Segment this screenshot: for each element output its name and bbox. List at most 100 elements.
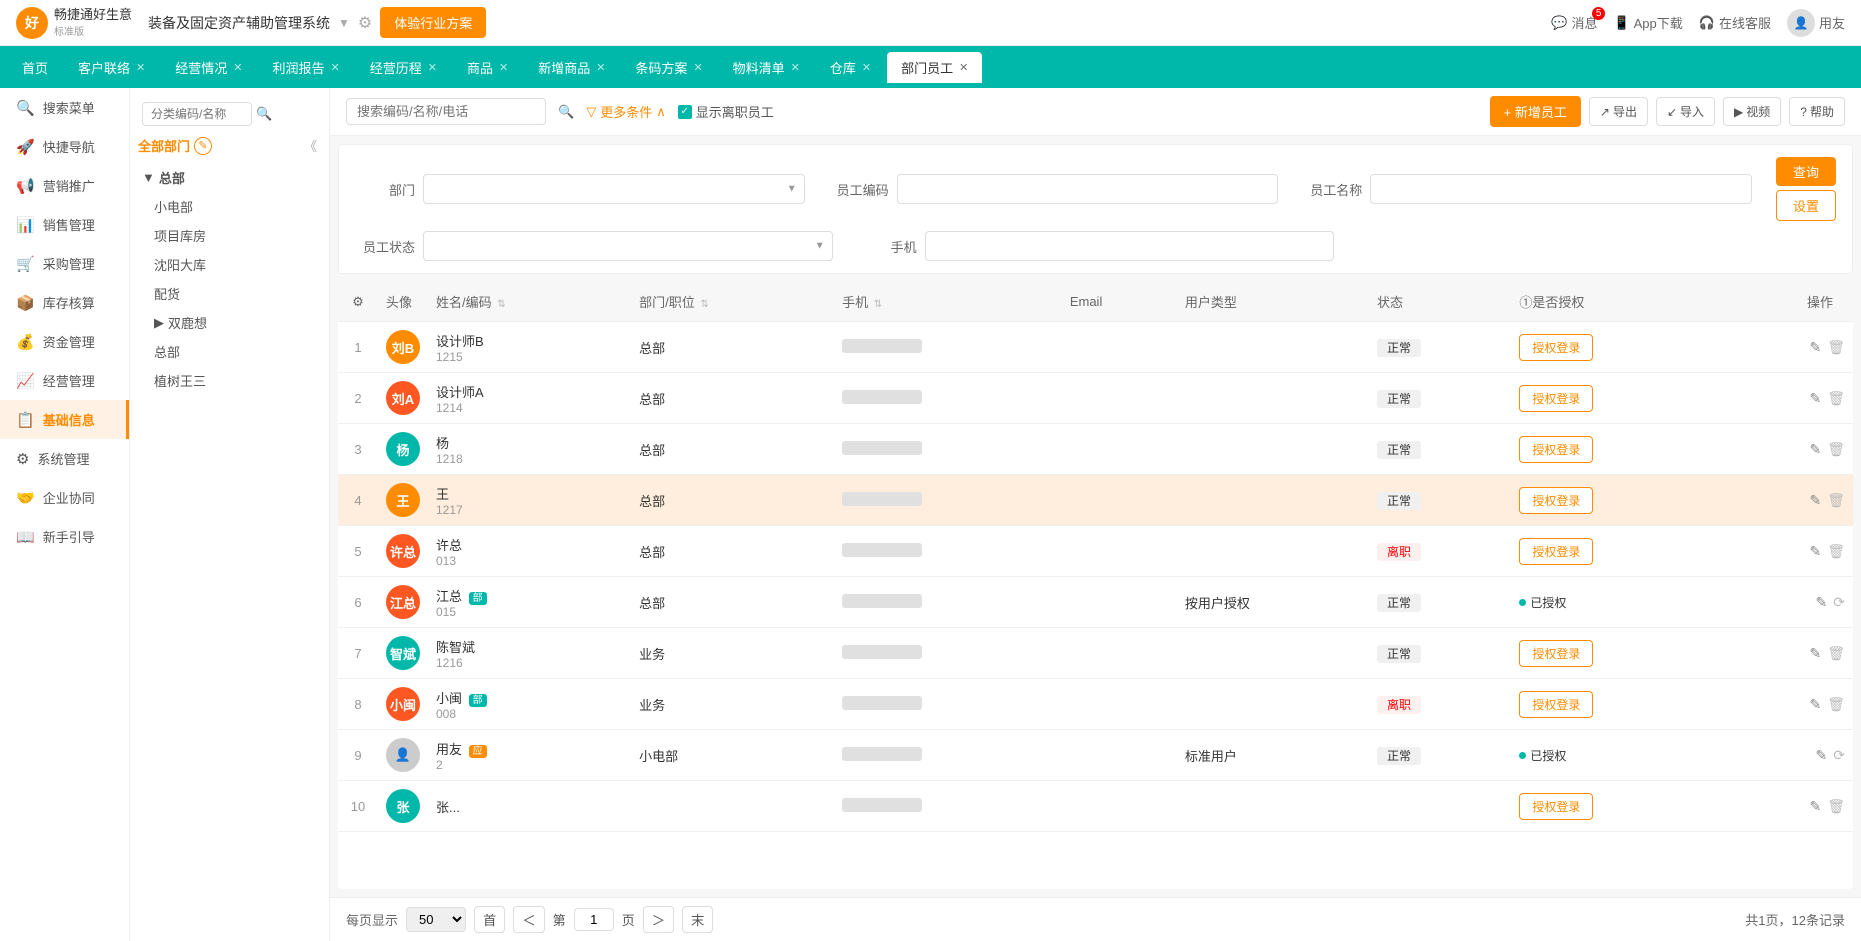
tab-profit[interactable]: 利润报告 ✕ — [258, 52, 353, 83]
col-name[interactable]: 姓名/编码 ⇅ — [428, 282, 631, 322]
page-input[interactable] — [574, 908, 614, 931]
dept-node-zhishu[interactable]: 植树王三 — [130, 366, 329, 395]
edit-btn[interactable]: ✎ — [1816, 594, 1828, 611]
edit-btn[interactable]: ✎ — [1809, 798, 1821, 815]
sidebar-item-marketing[interactable]: 📢 营销推广 — [0, 166, 129, 205]
user-area[interactable]: 👤 用友 — [1787, 9, 1845, 37]
tab-operation[interactable]: 经营情况 ✕ — [161, 52, 256, 83]
delete-btn[interactable]: ⟳ — [1833, 594, 1845, 611]
sidebar-item-search[interactable]: 🔍 搜索菜单 — [0, 88, 129, 127]
tab-customer[interactable]: 客户联络 ✕ — [64, 52, 159, 83]
edit-btn[interactable]: ✎ — [1809, 390, 1821, 407]
edit-btn[interactable]: ✎ — [1809, 543, 1821, 560]
tab-profit-close[interactable]: ✕ — [331, 61, 340, 74]
online-service-btn[interactable]: 🎧 在线客服 — [1699, 13, 1771, 32]
auth-btn[interactable]: 授权登录 — [1519, 793, 1593, 820]
dept-node-zongbu2[interactable]: 总部 — [130, 337, 329, 366]
tab-barcode-close[interactable]: ✕ — [693, 61, 702, 74]
delete-btn[interactable]: ⟳ — [1833, 747, 1845, 764]
dept-node-zongbu-group[interactable]: ▼ 总部 — [130, 163, 329, 192]
tab-home[interactable]: 首页 — [8, 52, 62, 83]
sidebar-item-finance[interactable]: 💰 资金管理 — [0, 322, 129, 361]
view-btn[interactable]: ▶ 视频 — [1723, 97, 1781, 126]
search-btn[interactable]: 查询 — [1776, 157, 1836, 186]
sidebar-item-inventory[interactable]: 📦 库存核算 — [0, 283, 129, 322]
phone-input[interactable] — [925, 231, 1335, 261]
delete-btn[interactable]: 🗑 — [1827, 441, 1845, 458]
tab-add-goods[interactable]: 新增商品 ✕ — [524, 52, 619, 83]
show-resigned-toggle[interactable]: ✓ 显示离职员工 — [678, 102, 774, 121]
auth-btn[interactable]: 授权登录 — [1519, 436, 1593, 463]
auth-btn[interactable]: 授权登录 — [1519, 334, 1593, 361]
dept-node-peihuo[interactable]: 配货 — [130, 279, 329, 308]
message-btn[interactable]: 💬 消息 5 — [1551, 13, 1597, 32]
sidebar-item-operation-mgmt[interactable]: 📈 经营管理 — [0, 361, 129, 400]
tab-bom[interactable]: 物料清单 ✕ — [719, 52, 814, 83]
tab-goods[interactable]: 商品 ✕ — [453, 52, 522, 83]
dept-edit-icon[interactable]: ✎ — [194, 137, 212, 155]
col-phone[interactable]: 手机 ⇅ — [834, 282, 1062, 322]
tab-dept-staff[interactable]: 部门员工 ✕ — [887, 52, 982, 83]
edit-btn[interactable]: ✎ — [1809, 696, 1821, 713]
prev-page-btn[interactable]: ＜ — [513, 906, 544, 933]
import-btn[interactable]: ↙ 导入 — [1656, 97, 1715, 126]
tab-history[interactable]: 经营历程 ✕ — [356, 52, 451, 83]
auth-btn[interactable]: 授权登录 — [1519, 640, 1593, 667]
export-btn[interactable]: ↗ 导出 — [1589, 97, 1648, 126]
tab-operation-close[interactable]: ✕ — [233, 61, 242, 74]
tab-barcode[interactable]: 条码方案 ✕ — [621, 52, 716, 83]
emp-name-input[interactable] — [1370, 174, 1752, 204]
sidebar-item-sales[interactable]: 📊 销售管理 — [0, 205, 129, 244]
edit-btn[interactable]: ✎ — [1809, 492, 1821, 509]
tab-goods-close[interactable]: ✕ — [499, 61, 508, 74]
edit-btn[interactable]: ✎ — [1809, 645, 1821, 662]
col-dept[interactable]: 部门/职位 ⇅ — [631, 282, 834, 322]
dept-collapse-btn[interactable]: 《 — [304, 136, 317, 155]
tab-dept-staff-close[interactable]: ✕ — [959, 61, 968, 74]
next-page-btn[interactable]: ＞ — [643, 906, 674, 933]
auth-btn[interactable]: 授权登录 — [1519, 385, 1593, 412]
sidebar-item-guide[interactable]: 📖 新手引导 — [0, 517, 129, 556]
edit-btn[interactable]: ✎ — [1816, 747, 1828, 764]
tab-add-goods-close[interactable]: ✕ — [596, 61, 605, 74]
dept-node-shenyangdaku[interactable]: 沈阳大库 — [130, 250, 329, 279]
sidebar-item-shortcuts[interactable]: 🚀 快捷导航 — [0, 127, 129, 166]
experience-btn[interactable]: 体验行业方案 — [380, 7, 486, 38]
delete-btn[interactable]: 🗑 — [1827, 390, 1845, 407]
tab-bom-close[interactable]: ✕ — [791, 61, 800, 74]
col-settings[interactable]: ⚙ — [338, 282, 378, 322]
dept-node-xiaodibu[interactable]: 小电部 — [130, 192, 329, 221]
settings-icon[interactable]: ⚙ — [358, 13, 372, 33]
delete-btn[interactable]: 🗑 — [1827, 492, 1845, 509]
emp-status-select[interactable] — [423, 231, 833, 261]
delete-btn[interactable]: 🗑 — [1827, 798, 1845, 815]
tab-warehouse-close[interactable]: ✕ — [862, 61, 871, 74]
first-page-btn[interactable]: 首 — [474, 906, 505, 933]
app-download-btn[interactable]: 📱 App下载 — [1613, 13, 1682, 32]
emp-code-input[interactable] — [897, 174, 1279, 204]
edit-btn[interactable]: ✎ — [1809, 339, 1821, 356]
tab-customer-close[interactable]: ✕ — [136, 61, 145, 74]
edit-btn[interactable]: ✎ — [1809, 441, 1821, 458]
auth-btn[interactable]: 授权登录 — [1519, 538, 1593, 565]
dept-select[interactable] — [423, 174, 805, 204]
dropdown-arrow-icon[interactable]: ▼ — [338, 16, 350, 30]
search-btn-icon[interactable]: 🔍 — [558, 104, 574, 120]
tab-history-close[interactable]: ✕ — [428, 61, 437, 74]
delete-btn[interactable]: 🗑 — [1827, 696, 1845, 713]
dept-node-xiangmuku[interactable]: 项目库房 — [130, 221, 329, 250]
add-employee-btn[interactable]: + 新增员工 — [1490, 96, 1581, 127]
sidebar-item-cooperation[interactable]: 🤝 企业协同 — [0, 478, 129, 517]
more-filter-btn[interactable]: ▽ 更多条件 ∧ — [586, 102, 666, 121]
page-size-select[interactable]: 10 20 50 100 — [406, 907, 466, 932]
auth-btn[interactable]: 授权登录 — [1519, 691, 1593, 718]
tab-warehouse[interactable]: 仓库 ✕ — [816, 52, 885, 83]
sidebar-item-system[interactable]: ⚙ 系统管理 — [0, 439, 129, 478]
delete-btn[interactable]: 🗑 — [1827, 339, 1845, 356]
dept-search-icon[interactable]: 🔍 — [256, 106, 272, 122]
last-page-btn[interactable]: 末 — [682, 906, 713, 933]
setting-btn[interactable]: 设置 — [1776, 190, 1836, 221]
search-input[interactable] — [346, 98, 546, 125]
delete-btn[interactable]: 🗑 — [1827, 645, 1845, 662]
dept-node-shuangluxiang[interactable]: ▶ 双鹿想 — [130, 308, 329, 337]
